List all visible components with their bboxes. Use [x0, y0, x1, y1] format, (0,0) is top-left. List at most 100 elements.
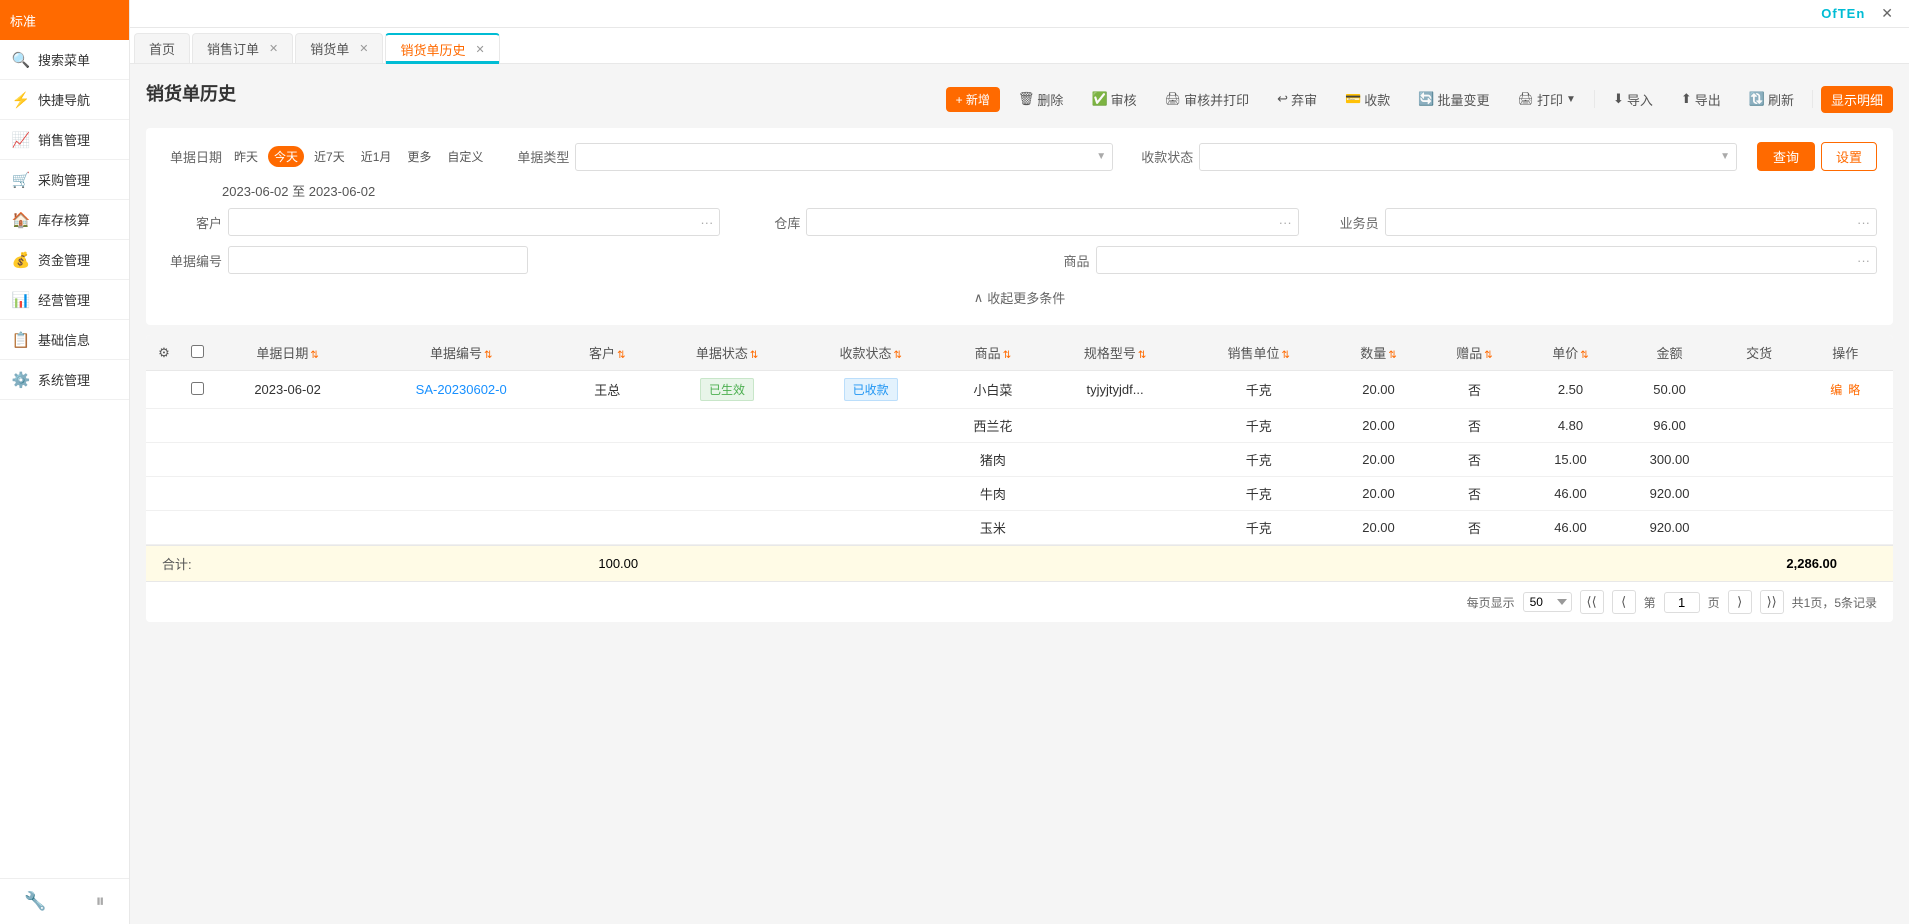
filter-goods: 商品 ···: [1030, 246, 1878, 274]
sidebar-collapse-icon[interactable]: ⏸: [96, 891, 105, 912]
sidebar-item-basic-info[interactable]: 📋 基础信息: [0, 320, 129, 360]
new-button[interactable]: + 新增: [946, 87, 1000, 112]
docno-link[interactable]: SA-20230602-0: [416, 382, 507, 397]
import-button[interactable]: ⬇ 导入: [1603, 86, 1663, 113]
sort-spec-icon: ⇅: [1138, 350, 1146, 361]
warehouse-input[interactable]: [813, 209, 1278, 235]
sidebar-item-sales-mgmt[interactable]: 📈 销售管理: [0, 120, 129, 160]
abandon-button[interactable]: ↩ 弃审: [1267, 86, 1327, 113]
tab-delivery[interactable]: 销货单 ✕: [295, 33, 383, 63]
row-goods: 小白菜: [943, 371, 1044, 409]
shortcut-more[interactable]: 更多: [401, 146, 437, 167]
last-page-button[interactable]: ⟩⟩: [1760, 590, 1784, 614]
row-checkbox-cell[interactable]: [182, 371, 212, 409]
row-actions: [1798, 443, 1893, 477]
collect-button[interactable]: 💳 收款: [1335, 86, 1400, 113]
col-docno[interactable]: 单据编号⇅: [363, 335, 559, 371]
col-date[interactable]: 单据日期⇅: [212, 335, 363, 371]
warehouse-dots[interactable]: ···: [1279, 215, 1292, 230]
sidebar-item-inventory[interactable]: 🏠 库存核算: [0, 200, 129, 240]
tab-delivery-history[interactable]: 销货单历史 ✕: [385, 33, 499, 63]
shortcut-today[interactable]: 今天: [268, 146, 304, 167]
col-doc-status[interactable]: 单据状态⇅: [655, 335, 799, 371]
total-info: 共1页，5条记录: [1792, 594, 1877, 611]
col-checkbox[interactable]: [182, 335, 212, 371]
col-unit[interactable]: 销售单位⇅: [1187, 335, 1331, 371]
sidebar-item-purchase-mgmt[interactable]: 🛒 采购管理: [0, 160, 129, 200]
refresh-button[interactable]: 🔃 刷新: [1739, 86, 1804, 113]
row-checkbox-cell[interactable]: [182, 477, 212, 511]
main-area: OfTEn ✕ 首页 销售订单 ✕ 销货单 ✕ 销货单历史 ✕ 销货单历史 + …: [130, 0, 1909, 924]
page-size-select[interactable]: 50 20 100: [1523, 592, 1572, 612]
row-actions: [1798, 409, 1893, 443]
shortcut-yesterday[interactable]: 昨天: [228, 146, 264, 167]
sidebar-item-system-mgmt[interactable]: ⚙️ 系统管理: [0, 360, 129, 400]
goods-dots[interactable]: ···: [1857, 253, 1870, 268]
page-number-input[interactable]: [1664, 592, 1700, 613]
collect-icon: 💳: [1345, 91, 1361, 107]
sidebar-item-quick-nav[interactable]: ⚡ 快捷导航: [0, 80, 129, 120]
show-detail-button[interactable]: 显示明细: [1821, 86, 1893, 113]
select-all-checkbox[interactable]: [191, 345, 204, 358]
tab-delivery-history-close[interactable]: ✕: [476, 43, 485, 56]
print-button[interactable]: 🖨 打印 ▼: [1508, 86, 1586, 113]
query-button[interactable]: 查询: [1757, 142, 1815, 171]
settings-button[interactable]: 设置: [1821, 142, 1877, 171]
col-customer[interactable]: 客户⇅: [559, 335, 655, 371]
content-area: 销货单历史 + 新增 🗑 删除 ✅ 审核 🖨 审核并打印 ↩ 弃审: [130, 64, 1909, 924]
batch-change-button[interactable]: 🔄 批量变更: [1408, 86, 1499, 113]
prev-page-button[interactable]: ⟨: [1612, 590, 1636, 614]
table-settings-icon[interactable]: ⚙: [158, 345, 170, 360]
col-goods[interactable]: 商品⇅: [943, 335, 1044, 371]
row-gift: 否: [1427, 477, 1523, 511]
row-amount: 50.00: [1618, 371, 1720, 409]
row-checkbox-cell[interactable]: [182, 511, 212, 545]
row-edit-action[interactable]: 编: [1830, 383, 1842, 397]
next-page-button[interactable]: ⟩: [1728, 590, 1752, 614]
sidebar-item-search-menu[interactable]: 🔍 搜索菜单: [0, 40, 129, 80]
tab-sales-order[interactable]: 销售订单 ✕: [192, 33, 293, 63]
audit-print-button[interactable]: 🖨 审核并打印: [1155, 86, 1260, 113]
row-unit: 千克: [1187, 511, 1331, 545]
docno-input[interactable]: [228, 246, 528, 274]
row-checkbox[interactable]: [191, 382, 204, 395]
row-settings-cell: [146, 443, 182, 477]
sidebar-item-finance-mgmt[interactable]: 💰 资金管理: [0, 240, 129, 280]
doc-type-input[interactable]: [582, 144, 1096, 170]
collapse-filter-button[interactable]: ∧ 收起更多条件: [162, 284, 1877, 311]
export-button[interactable]: ⬆ 导出: [1671, 86, 1731, 113]
row-checkbox-cell[interactable]: [182, 443, 212, 477]
row-checkbox-cell[interactable]: [182, 409, 212, 443]
customer-input[interactable]: [235, 209, 700, 235]
audit-button[interactable]: ✅ 审核: [1081, 86, 1146, 113]
salesperson-dots[interactable]: ···: [1857, 215, 1870, 230]
sidebar-item-label: 采购管理: [38, 170, 90, 189]
col-qty[interactable]: 数量⇅: [1331, 335, 1427, 371]
col-spec[interactable]: 规格型号⇅: [1043, 335, 1187, 371]
col-gift[interactable]: 赠品⇅: [1427, 335, 1523, 371]
first-page-button[interactable]: ⟨⟨: [1580, 590, 1604, 614]
warehouse-label: 仓库: [740, 213, 800, 232]
salesperson-input[interactable]: [1392, 209, 1857, 235]
col-collect-status[interactable]: 收款状态⇅: [799, 335, 943, 371]
sidebar-item-operations-mgmt[interactable]: 📊 经营管理: [0, 280, 129, 320]
shortcut-7days[interactable]: 近7天: [308, 146, 351, 167]
delete-button[interactable]: 🗑 删除: [1008, 86, 1074, 113]
shortcut-1month[interactable]: 近1月: [355, 146, 398, 167]
row-more-action[interactable]: 略: [1848, 383, 1860, 397]
sidebar-brand: 标准: [10, 11, 36, 30]
tab-delivery-close[interactable]: ✕: [359, 42, 368, 55]
close-window-icon[interactable]: ✕: [1881, 5, 1893, 22]
customer-dots[interactable]: ···: [700, 215, 713, 230]
row-customer: [559, 477, 655, 511]
tab-home[interactable]: 首页: [134, 33, 190, 63]
col-price[interactable]: 单价⇅: [1522, 335, 1618, 371]
date-shortcuts: 昨天 今天 近7天 近1月 更多 自定义: [228, 146, 489, 167]
shortcut-custom[interactable]: 自定义: [441, 146, 489, 167]
goods-input[interactable]: [1103, 247, 1858, 273]
col-settings[interactable]: ⚙: [146, 335, 182, 371]
sidebar-settings-icon[interactable]: 🔧: [24, 891, 46, 912]
collect-status-input[interactable]: [1206, 144, 1720, 170]
sidebar-footer: 🔧 ⏸: [0, 878, 129, 924]
tab-sales-order-close[interactable]: ✕: [269, 42, 278, 55]
